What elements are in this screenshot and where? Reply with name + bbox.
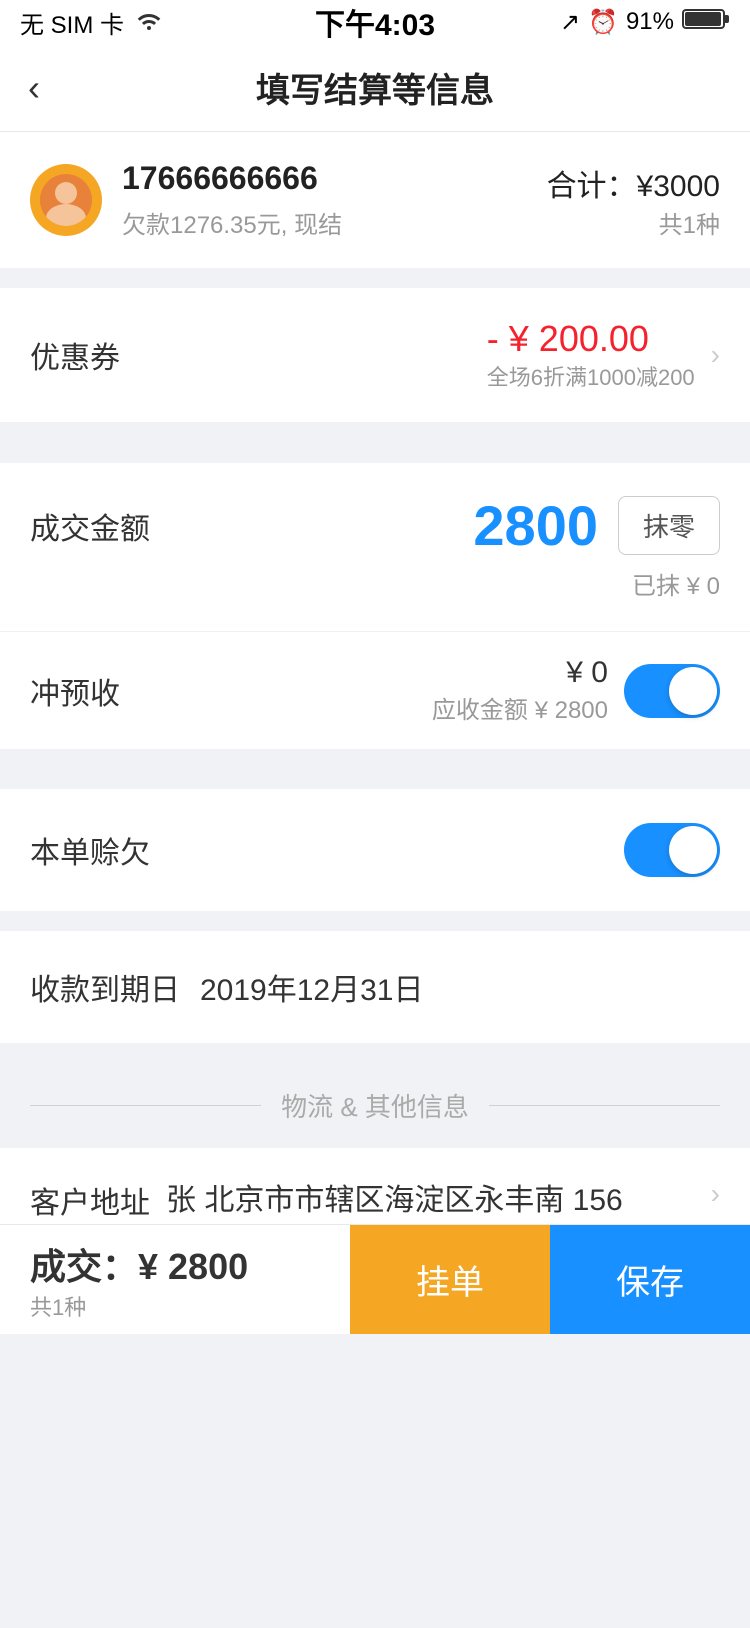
battery-icon — [682, 7, 730, 38]
separator-1 — [0, 443, 750, 463]
coupon-right: - ¥ 200.00 全场6折满1000减200 › — [487, 318, 720, 392]
debt-toggle[interactable] — [624, 823, 720, 877]
prepay-label: 冲预收 — [30, 669, 120, 713]
page-title: 填写结算等信息 — [256, 63, 494, 112]
amount-value: 2800 — [473, 493, 598, 558]
prepay-section: 冲预收 ¥ 0 应收金额 ¥ 2800 — [0, 632, 750, 749]
avatar-inner — [40, 174, 92, 226]
toggle-knob — [669, 667, 717, 715]
wifi-icon — [134, 8, 164, 37]
amount-section: 成交金额 2800 抹零 已抹 ¥ 0 冲预收 ¥ 0 应收金额 ¥ 2800 — [0, 463, 750, 749]
battery-text: 91% — [626, 8, 674, 36]
deal-label: 成交： — [30, 1246, 138, 1287]
prepay-sub: 应收金额 ¥ 2800 — [432, 690, 608, 725]
amount-row: 成交金额 2800 抹零 — [30, 493, 720, 558]
bottom-count: 共1种 — [30, 1290, 320, 1322]
debt-toggle-knob — [669, 826, 717, 874]
alarm-icon: ⏰ — [588, 8, 618, 37]
prepay-right: ¥ 0 应收金额 ¥ 2800 — [432, 656, 720, 725]
divider-line-right — [489, 1105, 720, 1106]
customer-left: 17666666666 欠款1276.35元, 现结 — [30, 160, 342, 240]
coupon-value: - ¥ 200.00 — [487, 318, 695, 360]
status-bar: 无 SIM 卡 下午4:03 ↗ ⏰ 91% — [0, 0, 750, 44]
prepay-toggle[interactable] — [624, 664, 720, 718]
address-label: 客户地址 — [30, 1178, 150, 1222]
status-left: 无 SIM 卡 — [20, 5, 164, 40]
no-sim-text: 无 SIM 卡 — [20, 5, 124, 40]
customer-phone: 17666666666 — [122, 160, 342, 197]
duedate-label: 收款到期日 — [30, 965, 180, 1009]
back-button[interactable]: ‹ — [28, 67, 40, 109]
hold-button[interactable]: 挂单 — [350, 1225, 550, 1334]
total-value: 合计：¥3000 — [547, 161, 720, 205]
divider-line-left — [30, 1105, 261, 1106]
address-chevron-icon: › — [711, 1178, 720, 1210]
customer-note: 欠款1276.35元, 现结 — [122, 205, 342, 240]
divider-text: 物流 & 其他信息 — [281, 1087, 469, 1124]
amount-right: 2800 抹零 — [473, 493, 720, 558]
prepay-row: 冲预收 ¥ 0 应收金额 ¥ 2800 — [30, 656, 720, 725]
duedate-section: 收款到期日 2019年12月31日 — [0, 931, 750, 1043]
customer-card: 17666666666 欠款1276.35元, 现结 合计：¥3000 共1种 — [0, 132, 750, 268]
logistics-divider: 物流 & 其他信息 — [0, 1063, 750, 1148]
round-button[interactable]: 抹零 — [618, 496, 720, 555]
empty-area — [0, 1318, 750, 1518]
deal-amount: ¥ 2800 — [138, 1246, 248, 1287]
bottom-bar: 成交：¥ 2800 共1种 挂单 保存 — [0, 1224, 750, 1334]
bottom-info: 成交：¥ 2800 共1种 — [0, 1225, 350, 1334]
customer-right: 合计：¥3000 共1种 — [547, 161, 720, 240]
coupon-sub: 全场6折满1000减200 — [487, 360, 695, 392]
bottom-spacer — [0, 1518, 750, 1628]
save-button[interactable]: 保存 — [550, 1225, 750, 1334]
customer-info: 17666666666 欠款1276.35元, 现结 — [122, 160, 342, 240]
status-time: 下午4:03 — [315, 0, 435, 44]
debt-label: 本单赊欠 — [30, 828, 150, 872]
nav-bar: ‹ 填写结算等信息 — [0, 44, 750, 132]
coupon-value-block: - ¥ 200.00 全场6折满1000减200 — [487, 318, 695, 392]
separator-2 — [0, 769, 750, 789]
debt-section: 本单赊欠 — [0, 789, 750, 911]
amount-label: 成交金额 — [30, 504, 150, 548]
location-icon: ↗ — [560, 8, 580, 37]
duedate-value: 2019年12月31日 — [200, 965, 423, 1009]
chevron-right-icon: › — [711, 339, 720, 371]
prepay-amount: ¥ 0 应收金额 ¥ 2800 — [432, 656, 608, 725]
prepay-value: ¥ 0 — [432, 656, 608, 690]
amount-sub: 已抹 ¥ 0 — [30, 566, 720, 601]
coupon-section: 优惠券 - ¥ 200.00 全场6折满1000减200 › — [0, 288, 750, 423]
bottom-deal: 成交：¥ 2800 — [30, 1238, 320, 1290]
coupon-row[interactable]: 优惠券 - ¥ 200.00 全场6折满1000减200 › — [0, 288, 750, 423]
total-count: 共1种 — [547, 205, 720, 240]
status-right: ↗ ⏰ 91% — [560, 7, 730, 38]
avatar — [30, 164, 102, 236]
coupon-label: 优惠券 — [30, 333, 120, 377]
